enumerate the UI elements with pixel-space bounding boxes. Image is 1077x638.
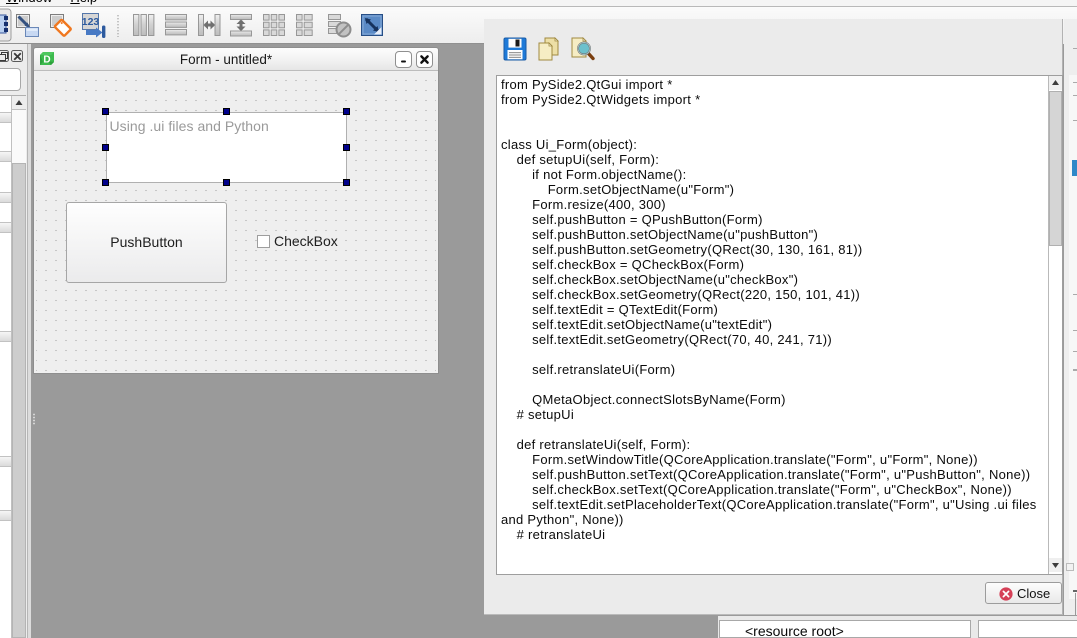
- svg-text:123: 123: [82, 16, 100, 28]
